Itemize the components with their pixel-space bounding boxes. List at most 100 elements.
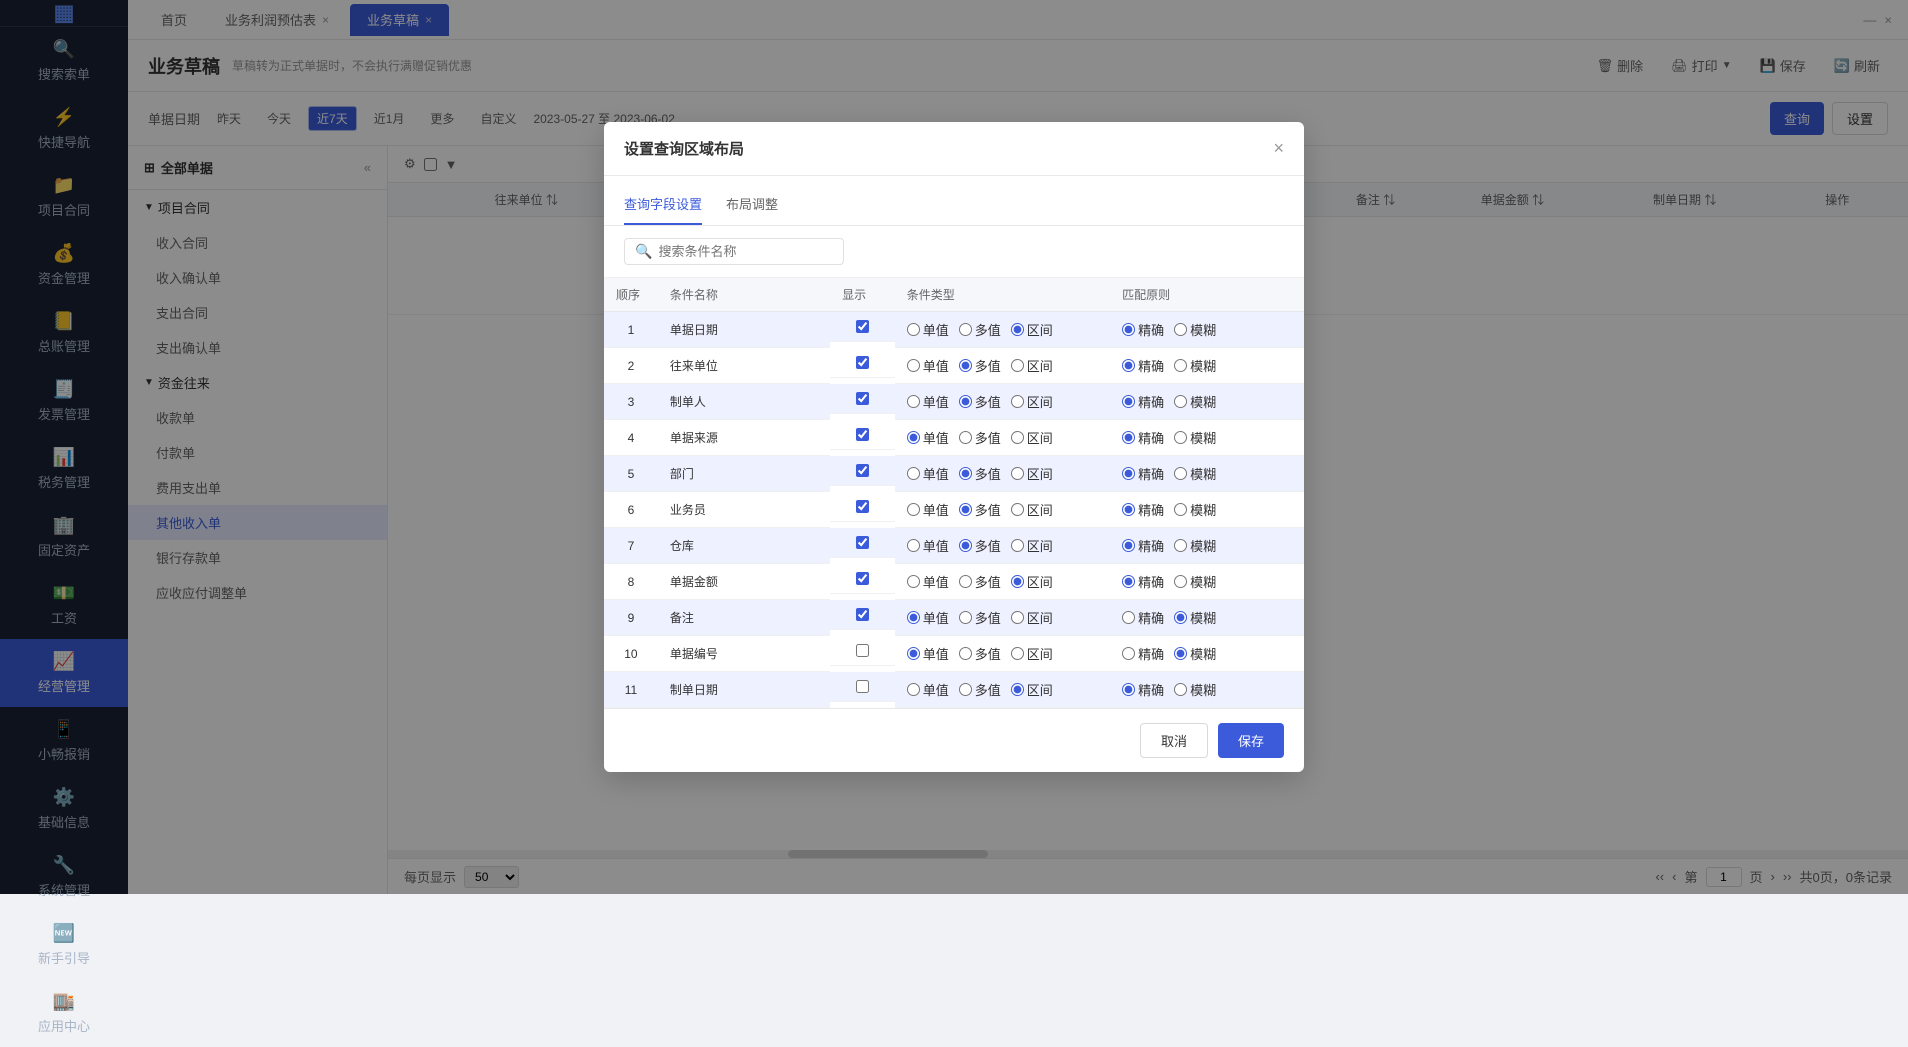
show-checkbox[interactable]: [856, 500, 869, 513]
radio-fuzzy[interactable]: 模糊: [1174, 428, 1216, 447]
show-checkbox[interactable]: [856, 464, 869, 477]
cell-match: 精确 模糊: [1110, 564, 1304, 600]
show-checkbox[interactable]: [856, 680, 869, 693]
radio-range[interactable]: 区间: [1011, 464, 1053, 483]
radio-exact[interactable]: 精确: [1122, 644, 1164, 663]
radio-multi[interactable]: 多值: [959, 320, 1001, 339]
radio-single[interactable]: 单值: [907, 392, 949, 411]
cell-show[interactable]: [830, 456, 895, 486]
radio-single[interactable]: 单值: [907, 536, 949, 555]
cell-match: 精确 模糊: [1110, 492, 1304, 528]
cell-show[interactable]: [830, 492, 895, 522]
cell-show[interactable]: [830, 564, 895, 594]
radio-range[interactable]: 区间: [1011, 608, 1053, 627]
radio-single[interactable]: 单值: [907, 428, 949, 447]
cell-show[interactable]: [830, 672, 895, 702]
radio-fuzzy[interactable]: 模糊: [1174, 644, 1216, 663]
radio-range[interactable]: 区间: [1011, 356, 1053, 375]
radio-range[interactable]: 区间: [1011, 680, 1053, 699]
show-checkbox[interactable]: [856, 572, 869, 585]
cell-show[interactable]: [830, 312, 895, 342]
radio-single[interactable]: 单值: [907, 320, 949, 339]
radio-single[interactable]: 单值: [907, 500, 949, 519]
radio-exact[interactable]: 精确: [1122, 428, 1164, 447]
save-modal-button[interactable]: 保存: [1218, 723, 1284, 758]
modal-close-button[interactable]: ×: [1273, 138, 1284, 159]
cell-order: 5: [604, 456, 658, 492]
radio-exact[interactable]: 精确: [1122, 356, 1164, 375]
radio-single[interactable]: 单值: [907, 464, 949, 483]
radio-fuzzy[interactable]: 模糊: [1174, 680, 1216, 699]
radio-multi[interactable]: 多值: [959, 500, 1001, 519]
radio-multi[interactable]: 多值: [959, 572, 1001, 591]
radio-multi[interactable]: 多值: [959, 644, 1001, 663]
cell-condition-type: 单值 多值 区间: [895, 420, 1110, 456]
modal-table-row: 11 制单日期 单值 多值 区间: [604, 672, 1304, 708]
cell-name: 单据来源: [658, 420, 830, 456]
tab-layout-adjust[interactable]: 布局调整: [726, 188, 778, 225]
radio-multi[interactable]: 多值: [959, 608, 1001, 627]
radio-fuzzy[interactable]: 模糊: [1174, 320, 1216, 339]
radio-range[interactable]: 区间: [1011, 644, 1053, 663]
cell-show[interactable]: [830, 600, 895, 630]
radio-multi[interactable]: 多值: [959, 464, 1001, 483]
radio-single[interactable]: 单值: [907, 644, 949, 663]
radio-range[interactable]: 区间: [1011, 392, 1053, 411]
radio-multi[interactable]: 多值: [959, 356, 1001, 375]
sidebar-item-appstore[interactable]: 🏬 应用中心: [0, 979, 128, 1047]
show-checkbox[interactable]: [856, 392, 869, 405]
cell-condition-type: 单值 多值 区间: [895, 348, 1110, 384]
show-checkbox[interactable]: [856, 356, 869, 369]
show-checkbox[interactable]: [856, 644, 869, 657]
cell-show[interactable]: [830, 636, 895, 666]
tab-field-settings[interactable]: 查询字段设置: [624, 188, 702, 225]
radio-fuzzy[interactable]: 模糊: [1174, 356, 1216, 375]
radio-exact[interactable]: 精确: [1122, 680, 1164, 699]
radio-fuzzy[interactable]: 模糊: [1174, 392, 1216, 411]
cell-condition-type: 单值 多值 区间: [895, 528, 1110, 564]
radio-exact[interactable]: 精确: [1122, 464, 1164, 483]
radio-range[interactable]: 区间: [1011, 536, 1053, 555]
radio-multi[interactable]: 多值: [959, 536, 1001, 555]
radio-multi[interactable]: 多值: [959, 680, 1001, 699]
radio-exact[interactable]: 精确: [1122, 500, 1164, 519]
radio-single[interactable]: 单值: [907, 680, 949, 699]
show-checkbox[interactable]: [856, 320, 869, 333]
radio-multi[interactable]: 多值: [959, 428, 1001, 447]
cell-name: 单据编号: [658, 636, 830, 672]
search-input[interactable]: [658, 244, 833, 259]
radio-range[interactable]: 区间: [1011, 572, 1053, 591]
radio-fuzzy[interactable]: 模糊: [1174, 464, 1216, 483]
radio-fuzzy[interactable]: 模糊: [1174, 536, 1216, 555]
radio-exact[interactable]: 精确: [1122, 536, 1164, 555]
show-checkbox[interactable]: [856, 608, 869, 621]
modal-table-row: 6 业务员 单值 多值 区间: [604, 492, 1304, 528]
radio-fuzzy[interactable]: 模糊: [1174, 608, 1216, 627]
radio-fuzzy[interactable]: 模糊: [1174, 572, 1216, 591]
radio-exact[interactable]: 精确: [1122, 320, 1164, 339]
cell-show[interactable]: [830, 420, 895, 450]
radio-range[interactable]: 区间: [1011, 428, 1053, 447]
cell-condition-type: 单值 多值 区间: [895, 672, 1110, 708]
modal-title: 设置查询区域布局: [624, 138, 744, 159]
show-checkbox[interactable]: [856, 428, 869, 441]
cell-match: 精确 模糊: [1110, 672, 1304, 708]
sidebar-item-newguide[interactable]: 🆕 新手引导: [0, 911, 128, 979]
cell-show[interactable]: [830, 348, 895, 378]
cancel-button[interactable]: 取消: [1140, 723, 1208, 758]
radio-single[interactable]: 单值: [907, 608, 949, 627]
modal-table-row: 9 备注 单值 多值 区间: [604, 600, 1304, 636]
show-checkbox[interactable]: [856, 536, 869, 549]
radio-single[interactable]: 单值: [907, 572, 949, 591]
cell-show[interactable]: [830, 384, 895, 414]
radio-range[interactable]: 区间: [1011, 320, 1053, 339]
radio-single[interactable]: 单值: [907, 356, 949, 375]
cell-show[interactable]: [830, 528, 895, 558]
radio-exact[interactable]: 精确: [1122, 572, 1164, 591]
radio-exact[interactable]: 精确: [1122, 392, 1164, 411]
radio-multi[interactable]: 多值: [959, 392, 1001, 411]
radio-range[interactable]: 区间: [1011, 500, 1053, 519]
cell-match: 精确 模糊: [1110, 600, 1304, 636]
radio-exact[interactable]: 精确: [1122, 608, 1164, 627]
radio-fuzzy[interactable]: 模糊: [1174, 500, 1216, 519]
